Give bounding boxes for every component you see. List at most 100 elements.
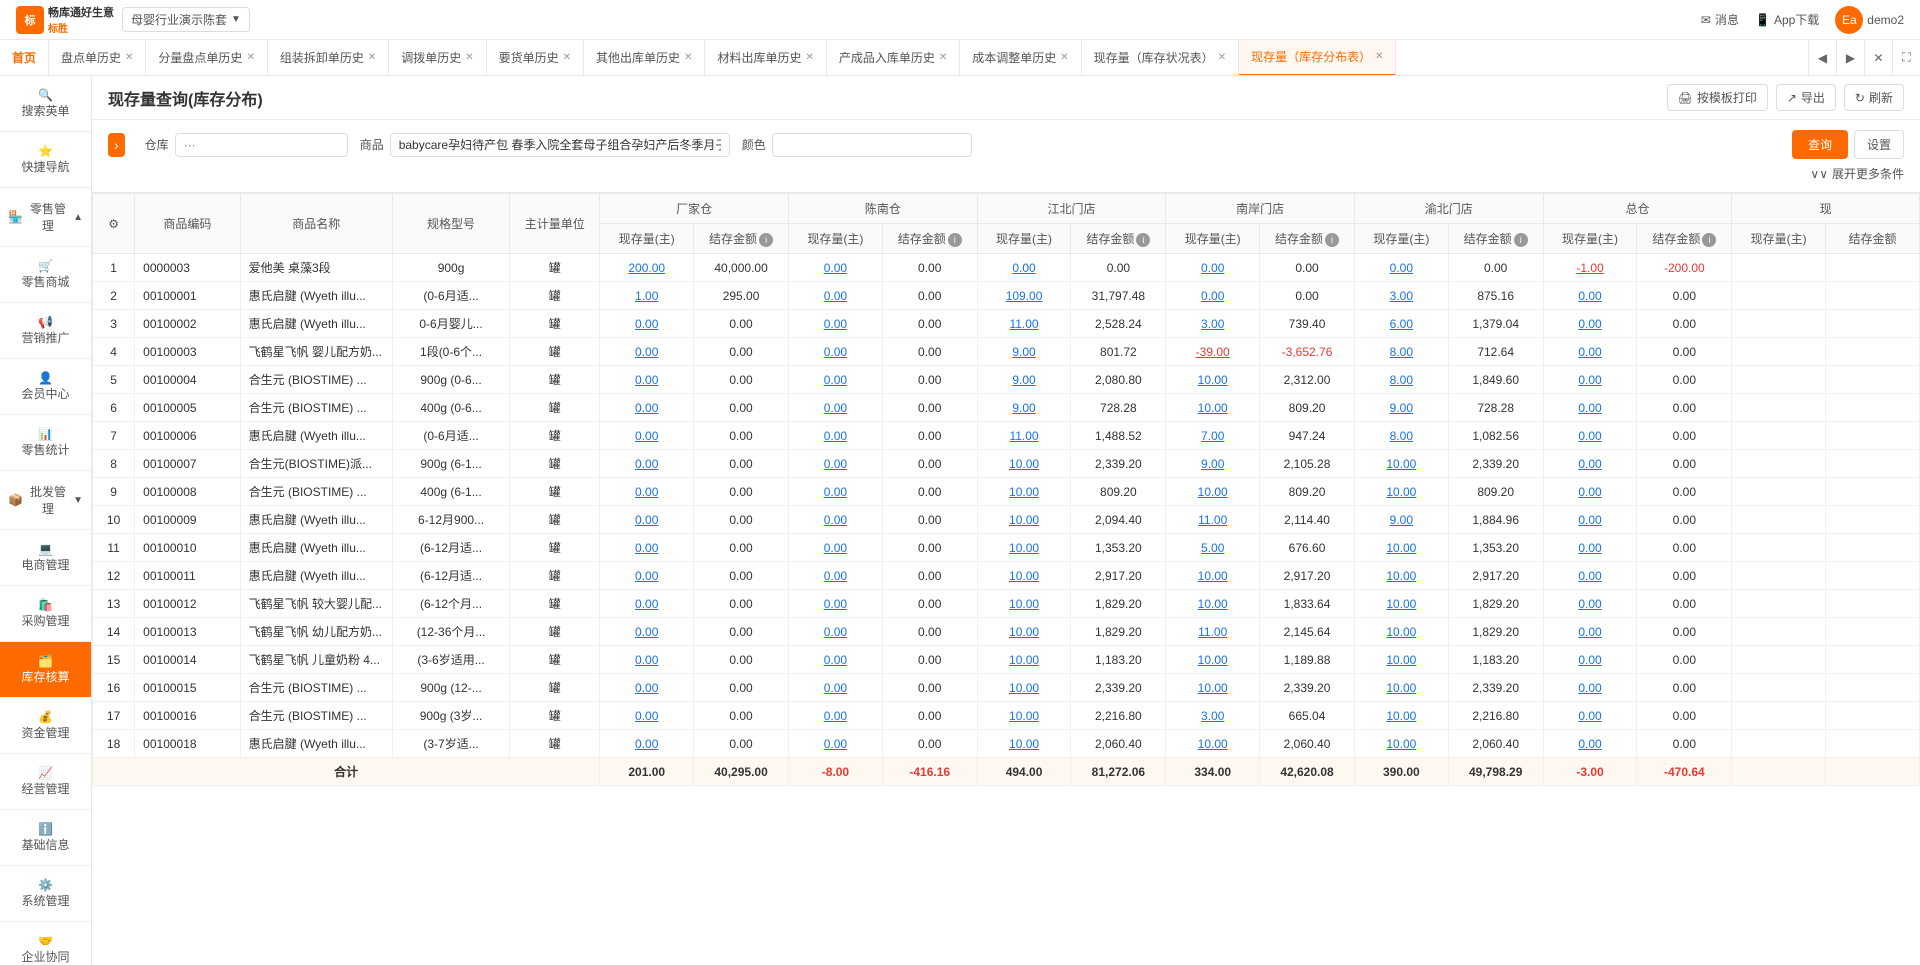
cell-total-stock[interactable]: 0.00	[1543, 422, 1637, 450]
cell-nanan-stock[interactable]: 0.00	[1166, 254, 1260, 282]
expand-conditions-btn[interactable]: ∨∨ 展开更多条件	[1810, 165, 1904, 182]
tab-other-out[interactable]: 其他出库单历史 ✕	[584, 40, 705, 76]
close-icon[interactable]: ✕	[125, 52, 133, 63]
cell-chennan-stock[interactable]: 0.00	[789, 730, 883, 758]
cell-nanan-stock[interactable]: 10.00	[1166, 590, 1260, 618]
warehouse-input[interactable]	[175, 133, 348, 157]
cell-chennan-stock[interactable]: 0.00	[789, 618, 883, 646]
cell-nanan-stock[interactable]: 0.00	[1166, 282, 1260, 310]
color-input[interactable]	[772, 133, 972, 157]
info-icon-yubei[interactable]: i	[1514, 233, 1528, 247]
info-icon-jiangbei[interactable]: i	[1136, 233, 1150, 247]
cell-nanan-stock[interactable]: 9.00	[1166, 450, 1260, 478]
cell-jiangbei-stock[interactable]: 9.00	[977, 338, 1071, 366]
cell-jiangbei-stock[interactable]: 11.00	[977, 310, 1071, 338]
sidebar-item-basic-info[interactable]: ℹ️ 基础信息	[0, 810, 91, 866]
info-icon-total[interactable]: i	[1702, 233, 1716, 247]
sidebar-item-quick-nav[interactable]: ⭐ 快捷导航	[0, 132, 91, 188]
sidebar-item-marketing[interactable]: 📢 营销推广	[0, 303, 91, 359]
cell-chennan-stock[interactable]: 0.00	[789, 534, 883, 562]
cell-yubei-stock[interactable]: 8.00	[1354, 422, 1448, 450]
sidebar-item-search[interactable]: 🔍 搜索英单	[0, 76, 91, 132]
app-download-btn[interactable]: 📱 App下载	[1755, 11, 1819, 28]
cell-yubei-stock[interactable]: 10.00	[1354, 534, 1448, 562]
tab-assembly[interactable]: 组装拆卸单历史 ✕	[268, 40, 389, 76]
cell-chennan-stock[interactable]: 0.00	[789, 506, 883, 534]
cell-total-stock[interactable]: 0.00	[1543, 562, 1637, 590]
cell-factory-stock[interactable]: 0.00	[600, 562, 694, 590]
cell-nanan-stock[interactable]: -39.00	[1166, 338, 1260, 366]
cell-total-stock[interactable]: 0.00	[1543, 310, 1637, 338]
settings-query-btn[interactable]: 设置	[1854, 130, 1904, 159]
cell-jiangbei-stock[interactable]: 10.00	[977, 450, 1071, 478]
cell-nanan-stock[interactable]: 10.00	[1166, 646, 1260, 674]
cell-jiangbei-stock[interactable]: 10.00	[977, 674, 1071, 702]
cell-total-stock[interactable]: 0.00	[1543, 450, 1637, 478]
cell-chennan-stock[interactable]: 0.00	[789, 338, 883, 366]
tab-requisition[interactable]: 要货单历史 ✕	[487, 40, 584, 76]
sidebar-item-retail-mgmt[interactable]: 🏪 零售管理 ▲	[0, 188, 91, 247]
tab-cost-adjust[interactable]: 成本调整单历史 ✕	[960, 40, 1081, 76]
sidebar-item-finance[interactable]: 💰 资金管理	[0, 698, 91, 754]
cell-chennan-stock[interactable]: 0.00	[789, 562, 883, 590]
export-btn[interactable]: ↗ 导出	[1776, 84, 1836, 111]
tab-material-out[interactable]: 材料出库单历史 ✕	[705, 40, 826, 76]
cell-chennan-stock[interactable]: 0.00	[789, 422, 883, 450]
cell-yubei-stock[interactable]: 10.00	[1354, 590, 1448, 618]
cell-jiangbei-stock[interactable]: 10.00	[977, 702, 1071, 730]
cell-yubei-stock[interactable]: 0.00	[1354, 254, 1448, 282]
cell-jiangbei-stock[interactable]: 10.00	[977, 646, 1071, 674]
cell-jiangbei-stock[interactable]: 9.00	[977, 394, 1071, 422]
nav-maximize-btn[interactable]: ⛶	[1892, 40, 1920, 76]
cell-yubei-stock[interactable]: 6.00	[1354, 310, 1448, 338]
cell-yubei-stock[interactable]: 10.00	[1354, 562, 1448, 590]
cell-jiangbei-stock[interactable]: 10.00	[977, 730, 1071, 758]
cell-total-stock[interactable]: 0.00	[1543, 590, 1637, 618]
cell-yubei-stock[interactable]: 3.00	[1354, 282, 1448, 310]
cell-jiangbei-stock[interactable]: 10.00	[977, 618, 1071, 646]
cell-factory-stock[interactable]: 0.00	[600, 422, 694, 450]
cell-nanan-stock[interactable]: 5.00	[1166, 534, 1260, 562]
tab-transfer[interactable]: 调拨单历史 ✕	[389, 40, 486, 76]
sidebar-item-retail-mall[interactable]: 🛒 零售商城	[0, 247, 91, 303]
sidebar-item-inventory[interactable]: 🗂️ 库存核算	[0, 642, 91, 698]
refresh-btn[interactable]: ↻ 刷新	[1844, 84, 1904, 111]
cell-total-stock[interactable]: 0.00	[1543, 618, 1637, 646]
tab-inventory-count[interactable]: 盘点单历史 ✕	[49, 40, 146, 76]
sidebar-item-wholesale[interactable]: 📦 批发管理 ▼	[0, 471, 91, 530]
goods-input[interactable]	[390, 133, 730, 157]
cell-factory-stock[interactable]: 0.00	[600, 702, 694, 730]
cell-factory-stock[interactable]: 0.00	[600, 590, 694, 618]
sidebar-item-member[interactable]: 👤 会员中心	[0, 359, 91, 415]
cell-chennan-stock[interactable]: 0.00	[789, 282, 883, 310]
cell-yubei-stock[interactable]: 10.00	[1354, 478, 1448, 506]
print-btn[interactable]: 🖨 按模板打印	[1667, 84, 1768, 111]
cell-nanan-stock[interactable]: 3.00	[1166, 702, 1260, 730]
close-icon[interactable]: ✕	[684, 52, 692, 63]
cell-chennan-stock[interactable]: 0.00	[789, 450, 883, 478]
cell-jiangbei-stock[interactable]: 10.00	[977, 506, 1071, 534]
cell-nanan-stock[interactable]: 10.00	[1166, 674, 1260, 702]
nav-next-btn[interactable]: ▶	[1836, 40, 1864, 76]
cell-yubei-stock[interactable]: 9.00	[1354, 506, 1448, 534]
cell-nanan-stock[interactable]: 10.00	[1166, 730, 1260, 758]
info-icon-factory[interactable]: i	[759, 233, 773, 247]
close-icon[interactable]: ✕	[1060, 52, 1068, 63]
cell-chennan-stock[interactable]: 0.00	[789, 366, 883, 394]
cell-nanan-stock[interactable]: 10.00	[1166, 366, 1260, 394]
cell-factory-stock[interactable]: 0.00	[600, 730, 694, 758]
cell-chennan-stock[interactable]: 0.00	[789, 254, 883, 282]
close-icon[interactable]: ✕	[805, 52, 813, 63]
cell-factory-stock[interactable]: 0.00	[600, 506, 694, 534]
cell-factory-stock[interactable]: 0.00	[600, 310, 694, 338]
info-icon-chennan[interactable]: i	[948, 233, 962, 247]
cell-chennan-stock[interactable]: 0.00	[789, 478, 883, 506]
tab-stock-status[interactable]: 现存量（库存状况表）✕	[1082, 40, 1239, 76]
sidebar-item-system[interactable]: ⚙️ 系统管理	[0, 866, 91, 922]
cell-nanan-stock[interactable]: 10.00	[1166, 478, 1260, 506]
store-selector[interactable]: 母婴行业演示陈套 ▼	[122, 7, 250, 32]
cell-nanan-stock[interactable]: 10.00	[1166, 394, 1260, 422]
message-btn[interactable]: ✉ 消息	[1701, 11, 1739, 28]
search-query-btn[interactable]: 查询	[1792, 130, 1848, 159]
cell-total-stock[interactable]: 0.00	[1543, 674, 1637, 702]
